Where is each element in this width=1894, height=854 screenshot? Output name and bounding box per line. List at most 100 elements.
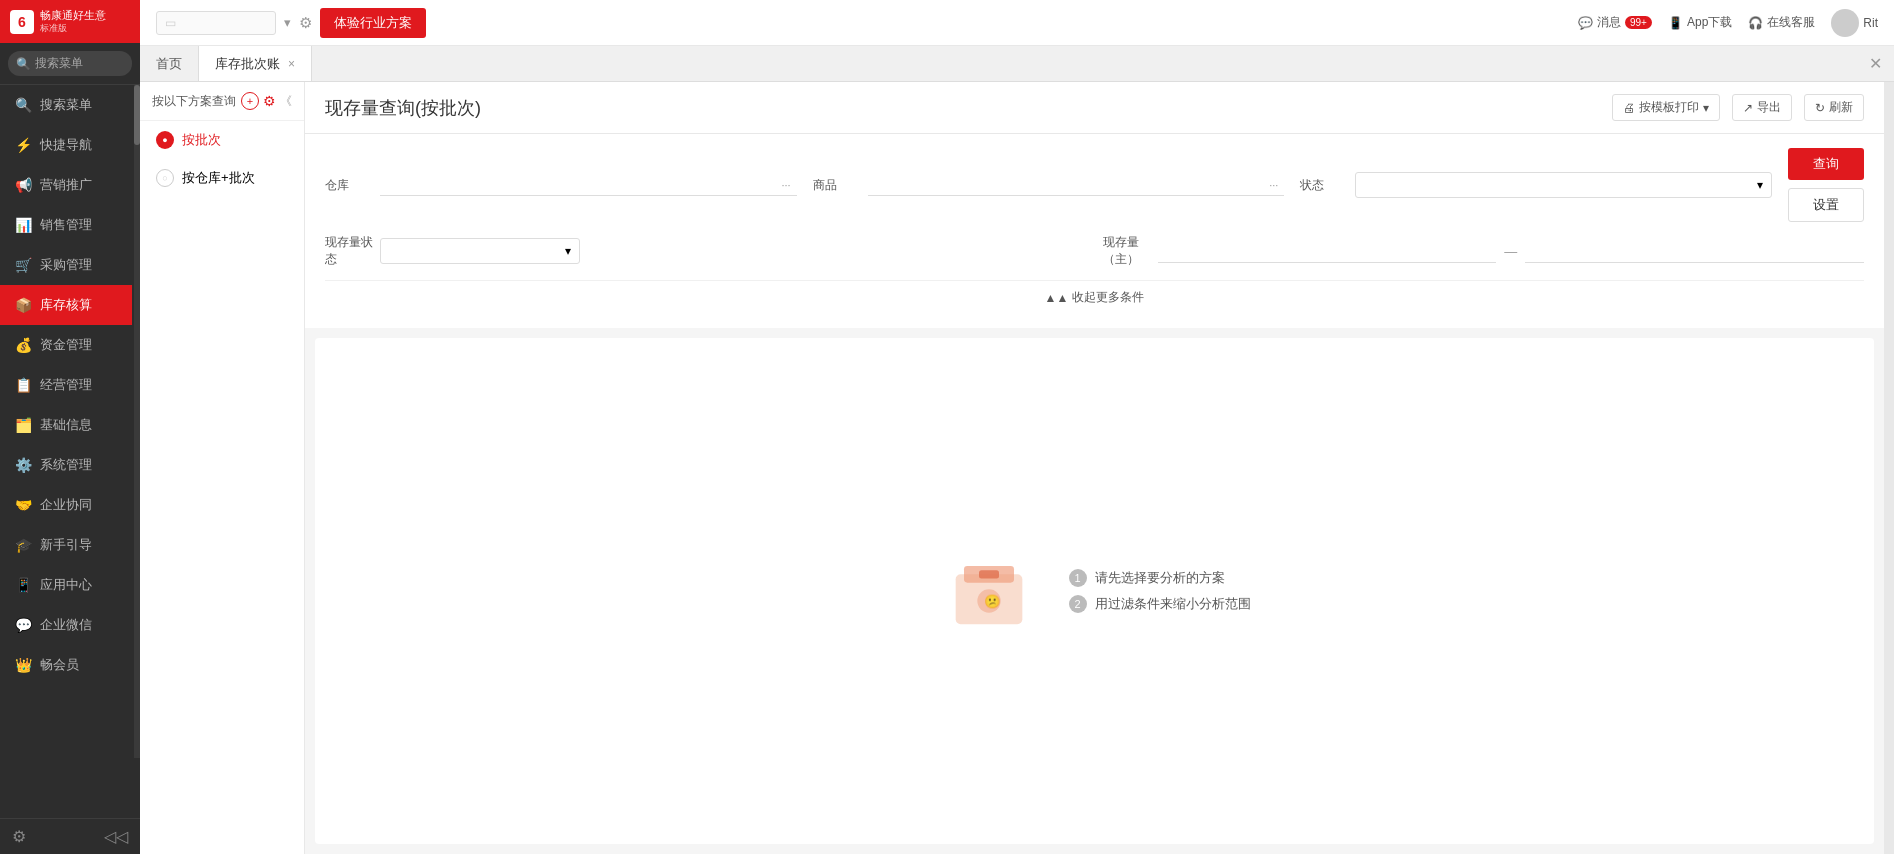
goods-filter-group: 商品 ··· <box>813 175 1285 196</box>
sidebar-item-basic[interactable]: 🗂️ 基础信息 <box>0 405 132 445</box>
sidebar-item-finance[interactable]: 💰 资金管理 <box>0 325 132 365</box>
stock-qty-to-input[interactable] <box>1525 240 1864 263</box>
add-scheme-btn[interactable]: + <box>241 92 259 110</box>
sidebar-search-input[interactable]: 🔍 搜索菜单 <box>8 51 132 76</box>
sidebar-item-operations-label: 经营管理 <box>40 376 92 394</box>
page-close-btn[interactable]: ✕ <box>1869 54 1882 73</box>
sidebar-item-sales[interactable]: 📊 销售管理 <box>0 205 132 245</box>
stock-qty-label: 现存量（主） <box>1103 234 1158 268</box>
scheme-active-icon: ● <box>156 131 174 149</box>
user-avatar-btn[interactable]: Rit <box>1831 9 1878 37</box>
tip-num-1: 1 <box>1069 569 1087 587</box>
right-scrollbar[interactable] <box>1884 82 1894 854</box>
page-header: 现存量查询(按批次) 🖨 按模板打印 ▾ ↗ 导出 ↻ <box>305 82 1884 134</box>
goods-label: 商品 <box>813 177 868 194</box>
scheme-settings-icon[interactable]: ⚙ <box>263 93 276 109</box>
search-icon: 🔍 <box>16 57 31 71</box>
scheme-by-warehouse-batch-label: 按仓库+批次 <box>182 169 255 187</box>
print-template-btn[interactable]: 🖨 按模板打印 ▾ <box>1612 94 1720 121</box>
scheme-item-by-batch[interactable]: ● 按批次 <box>140 121 304 159</box>
warehouse-input[interactable]: ··· <box>380 175 797 196</box>
filter-row-2: 现存量状态 ▾ 现存量（主） — <box>325 234 1864 268</box>
sidebar-search-container[interactable]: 🔍 搜索菜单 <box>0 43 140 85</box>
empty-illustration: 😕 <box>939 541 1039 641</box>
sidebar: 6 畅康通好生意 标准版 🔍 搜索菜单 🔍 搜索菜单 ⚡ 快捷导航 <box>0 0 140 854</box>
settings-footer-icon[interactable]: ⚙ <box>12 827 26 846</box>
page-title-row: 现存量查询(按批次) 🖨 按模板打印 ▾ ↗ 导出 ↻ <box>325 94 1864 121</box>
status-filter-group: 状态 ▾ <box>1300 172 1772 198</box>
tab-close-btn[interactable]: × <box>288 57 295 71</box>
status-select[interactable]: ▾ <box>1355 172 1772 198</box>
tip-num-2: 2 <box>1069 595 1087 613</box>
sidebar-item-marketing-label: 营销推广 <box>40 176 92 194</box>
goods-input[interactable]: ··· <box>868 175 1285 196</box>
sidebar-item-member[interactable]: 👑 畅会员 <box>0 645 132 685</box>
sales-icon: 📊 <box>14 216 32 234</box>
sidebar-item-guide[interactable]: 🎓 新手引导 <box>0 525 132 565</box>
stock-qty-from-input[interactable] <box>1158 240 1497 263</box>
sidebar-item-wechat[interactable]: 💬 企业微信 <box>0 605 132 645</box>
print-icon: 🖨 <box>1623 101 1635 115</box>
settings-button[interactable]: 设置 <box>1788 188 1864 222</box>
messages-btn[interactable]: 💬 消息 99+ <box>1578 14 1652 31</box>
sidebar-item-purchase-label: 采购管理 <box>40 256 92 274</box>
trial-button[interactable]: 体验行业方案 <box>320 8 426 38</box>
left-panel-title: 按以下方案查询 <box>152 93 236 110</box>
app-download-btn[interactable]: 📱 App下载 <box>1668 14 1732 31</box>
sidebar-item-apps[interactable]: 📱 应用中心 <box>0 565 132 605</box>
query-button[interactable]: 查询 <box>1788 148 1864 180</box>
query-btn-area: 查询 设置 <box>1788 148 1864 222</box>
sidebar-item-quicknav[interactable]: ⚡ 快捷导航 <box>0 125 132 165</box>
app-info: 畅康通好生意 标准版 <box>40 8 106 35</box>
stock-status-label: 现存量状态 <box>325 234 380 268</box>
sidebar-item-operations[interactable]: 📋 经营管理 <box>0 365 132 405</box>
stock-status-select[interactable]: ▾ <box>380 238 580 264</box>
marketing-icon: 📢 <box>14 176 32 194</box>
sidebar-item-purchase[interactable]: 🛒 采购管理 <box>0 245 132 285</box>
topbar-dropdown-icon[interactable]: ▾ <box>284 15 291 30</box>
scheme-item-by-warehouse-batch[interactable]: ○ 按仓库+批次 <box>140 159 304 197</box>
sidebar-item-system[interactable]: ⚙️ 系统管理 <box>0 445 132 485</box>
goods-more-btn[interactable]: ··· <box>1269 179 1278 191</box>
stock-qty-filter-group: 现存量（主） — <box>1103 234 1865 268</box>
sidebar-header: 6 畅康通好生意 标准版 <box>0 0 140 43</box>
collapse-sidebar-btn[interactable]: ◁◁ <box>104 827 128 846</box>
sidebar-item-marketing[interactable]: 📢 营销推广 <box>0 165 132 205</box>
message-icon: 💬 <box>1578 16 1593 30</box>
refresh-btn[interactable]: ↻ 刷新 <box>1804 94 1864 121</box>
collapse-panel-btn[interactable]: 《 <box>280 93 292 110</box>
sidebar-item-system-label: 系统管理 <box>40 456 92 474</box>
stock-qty-dash: — <box>1496 240 1525 263</box>
tip-text-2: 用过滤条件来缩小分析范围 <box>1095 595 1251 613</box>
sidebar-item-member-label: 畅会员 <box>40 656 79 674</box>
user-avatar <box>1831 9 1859 37</box>
sidebar-item-quicknav-label: 快捷导航 <box>40 136 92 154</box>
left-panel-header: 按以下方案查询 + ⚙ 《 <box>140 82 304 121</box>
sidebar-item-basic-label: 基础信息 <box>40 416 92 434</box>
sidebar-item-sales-label: 销售管理 <box>40 216 92 234</box>
topbar-search-box[interactable]: ▭ <box>156 11 276 35</box>
topbar-gear-icon[interactable]: ⚙ <box>299 14 312 32</box>
svg-rect-2 <box>979 570 999 578</box>
tip-text-1: 请先选择要分析的方案 <box>1095 569 1225 587</box>
warehouse-more-btn[interactable]: ··· <box>782 179 791 191</box>
export-btn[interactable]: ↗ 导出 <box>1732 94 1792 121</box>
member-icon: 👑 <box>14 656 32 674</box>
sidebar-item-enterprise[interactable]: 🤝 企业协同 <box>0 485 132 525</box>
sidebar-item-search[interactable]: 🔍 搜索菜单 <box>0 85 132 125</box>
sidebar-item-enterprise-label: 企业协同 <box>40 496 92 514</box>
tab-home-label: 首页 <box>156 55 182 73</box>
purchase-icon: 🛒 <box>14 256 32 274</box>
content-area: 按以下方案查询 + ⚙ 《 ● 按批次 ○ 按仓库+批次 现存量查询 <box>140 82 1894 854</box>
collapse-more-btn[interactable]: ▲▲ 收起更多条件 <box>325 280 1864 314</box>
warehouse-label: 仓库 <box>325 177 380 194</box>
sidebar-item-inventory[interactable]: 📦 库存核算 <box>0 285 132 325</box>
sidebar-footer: ⚙ ◁◁ <box>0 818 140 854</box>
main-content: ▭ ▾ ⚙ 体验行业方案 💬 消息 99+ 📱 App下载 🎧 在线客服 <box>140 0 1894 854</box>
messages-badge: 99+ <box>1625 16 1652 29</box>
online-service-btn[interactable]: 🎧 在线客服 <box>1748 14 1815 31</box>
tab-home[interactable]: 首页 <box>140 46 199 81</box>
tab-inventory-batch[interactable]: 库存批次账 × <box>199 46 312 81</box>
app-edition: 标准版 <box>40 22 106 35</box>
stock-status-dropdown-icon: ▾ <box>565 244 571 258</box>
